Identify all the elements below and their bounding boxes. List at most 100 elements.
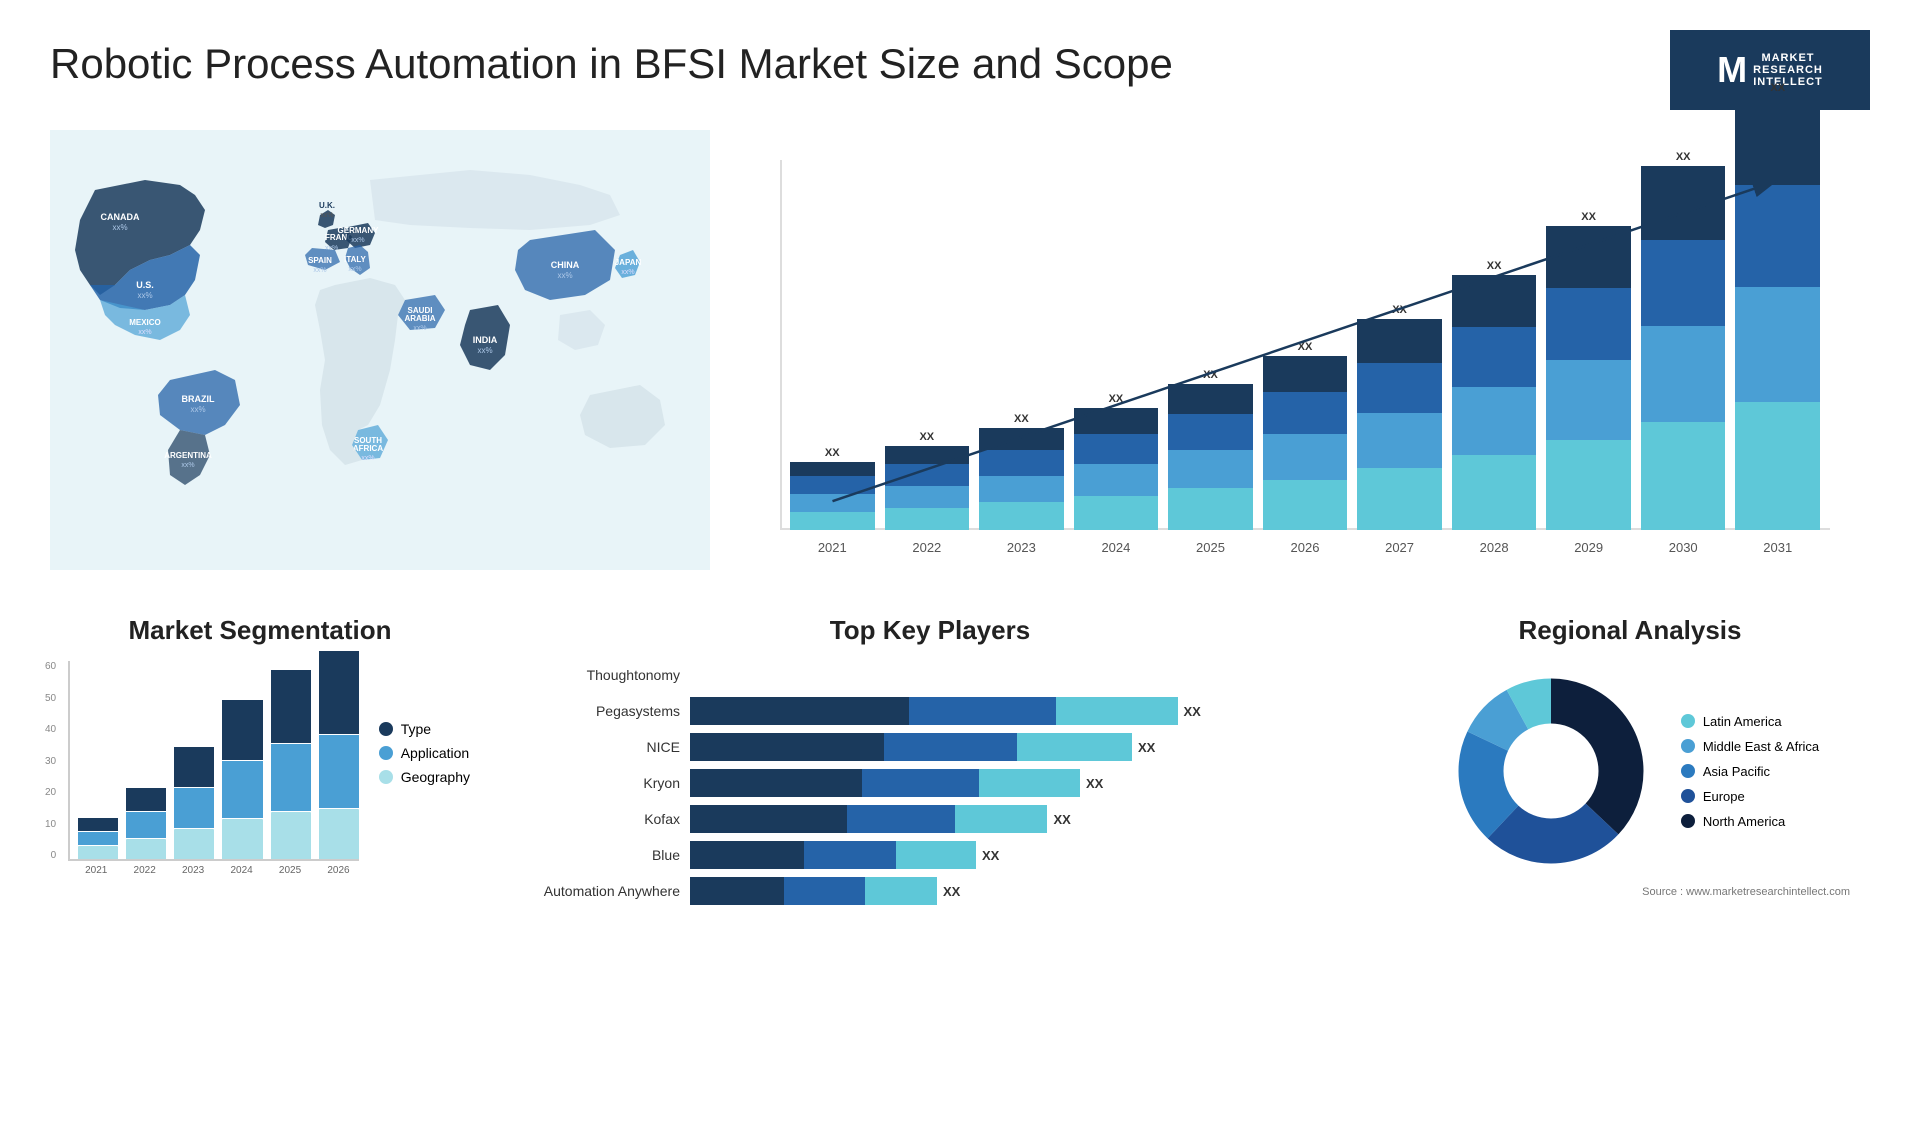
seg-bar-2026 [319, 651, 359, 859]
svg-text:GERMANY: GERMANY [338, 226, 380, 235]
donut-container: Latin America Middle East & Africa Asia … [1400, 661, 1860, 881]
svg-text:MEXICO: MEXICO [129, 318, 161, 327]
svg-text:ARGENTINA: ARGENTINA [164, 451, 212, 460]
seg-x-2022: 2022 [124, 865, 164, 876]
bar-label-2021: XX [825, 447, 840, 459]
legend-geography: Geography [379, 769, 470, 785]
seg-x-2024: 2024 [221, 865, 261, 876]
world-map-section: CANADA xx% U.S. xx% MEXICO xx% BRAZIL xx… [50, 130, 710, 600]
player-xx-pegasystems: XX [1184, 704, 1201, 719]
player-row-automation-anywhere: Automation Anywhere XX [520, 877, 1340, 905]
segmentation-section: Market Segmentation 60 50 40 30 20 10 [50, 615, 470, 913]
legend-dot-europe [1681, 789, 1695, 803]
legend-asia-pacific: Asia Pacific [1681, 764, 1819, 779]
legend-dot-middle-east-africa [1681, 739, 1695, 753]
player-xx-kofax: XX [1054, 812, 1071, 827]
player-row-pegasystems: Pegasystems XX [520, 697, 1340, 725]
regional-legend: Latin America Middle East & Africa Asia … [1681, 714, 1819, 829]
seg-x-2025: 2025 [270, 865, 310, 876]
x-label-2031: 2031 [1735, 540, 1820, 555]
legend-label-north-america: North America [1703, 814, 1785, 829]
legend-dot-application [379, 746, 393, 760]
y-label-50: 50 [45, 693, 56, 704]
x-label-2021: 2021 [790, 540, 875, 555]
player-name-blue: Blue [520, 847, 680, 863]
svg-text:U.K.: U.K. [319, 201, 335, 210]
svg-text:xx%: xx% [348, 266, 361, 273]
player-row-kryon: Kryon XX [520, 769, 1340, 797]
svg-text:xx%: xx% [137, 291, 152, 300]
bar-label-2026: XX [1298, 341, 1313, 353]
bar-label-2028: XX [1487, 260, 1502, 272]
x-label-2028: 2028 [1452, 540, 1537, 555]
players-section: Top Key Players Thoughtonomy Pegasystems [500, 615, 1360, 913]
legend-north-america: North America [1681, 814, 1819, 829]
legend-latin-america: Latin America [1681, 714, 1819, 729]
source-text: Source : www.marketresearchintellect.com [1390, 886, 1850, 898]
player-name-nice: NICE [520, 739, 680, 755]
bar-label-2027: XX [1392, 304, 1407, 316]
svg-text:xx%: xx% [351, 237, 364, 244]
svg-text:xx%: xx% [557, 271, 572, 280]
player-xx-nice: XX [1138, 740, 1155, 755]
growth-chart-section: XX XX [740, 130, 1870, 600]
legend-dot-type [379, 722, 393, 736]
legend-dot-north-america [1681, 814, 1695, 828]
legend-label-type: Type [401, 721, 431, 737]
legend-type: Type [379, 721, 470, 737]
legend-europe: Europe [1681, 789, 1819, 804]
bar-label-2024: XX [1109, 393, 1124, 405]
seg-bar-2022 [126, 788, 166, 859]
legend-label-asia-pacific: Asia Pacific [1703, 764, 1770, 779]
svg-text:xx%: xx% [621, 269, 634, 276]
svg-text:xx%: xx% [320, 212, 333, 219]
player-bar-nice: XX [690, 733, 1340, 761]
svg-text:CANADA: CANADA [101, 212, 140, 222]
player-xx-blue: XX [982, 848, 999, 863]
y-label-10: 10 [45, 819, 56, 830]
svg-text:xx%: xx% [313, 267, 326, 274]
seg-bar-2025 [271, 670, 311, 859]
legend-label-latin-america: Latin America [1703, 714, 1782, 729]
regional-title: Regional Analysis [1400, 615, 1860, 646]
player-bar-automation-anywhere: XX [690, 877, 1340, 905]
player-xx-automation-anywhere: XX [943, 884, 960, 899]
legend-dot-latin-america [1681, 714, 1695, 728]
y-label-60: 60 [45, 661, 56, 672]
y-label-40: 40 [45, 724, 56, 735]
svg-text:JAPAN: JAPAN [615, 258, 642, 267]
bar-label-2030: XX [1676, 151, 1691, 163]
seg-x-2023: 2023 [173, 865, 213, 876]
x-label-2030: 2030 [1641, 540, 1726, 555]
x-label-2026: 2026 [1263, 540, 1348, 555]
x-label-2022: 2022 [885, 540, 970, 555]
x-label-2025: 2025 [1168, 540, 1253, 555]
x-label-2023: 2023 [979, 540, 1064, 555]
svg-text:INDIA: INDIA [473, 335, 498, 345]
legend-label-geography: Geography [401, 769, 470, 785]
player-name-automation-anywhere: Automation Anywhere [520, 883, 680, 899]
player-name-kofax: Kofax [520, 811, 680, 827]
player-name-thoughtonomy: Thoughtonomy [520, 667, 680, 683]
seg-bar-2024 [222, 700, 262, 859]
seg-bar-2023 [174, 747, 214, 859]
segmentation-title: Market Segmentation [50, 615, 470, 646]
svg-text:xx%: xx% [361, 455, 374, 462]
legend-dot-geography [379, 770, 393, 784]
player-bar-kofax: XX [690, 805, 1340, 833]
svg-text:xx%: xx% [181, 462, 194, 469]
world-map-svg: CANADA xx% U.S. xx% MEXICO xx% BRAZIL xx… [50, 130, 710, 570]
seg-bar-2021 [78, 818, 118, 859]
svg-text:U.S.: U.S. [136, 280, 154, 290]
x-label-2029: 2029 [1546, 540, 1631, 555]
y-label-0: 0 [51, 850, 57, 861]
svg-text:CHINA: CHINA [551, 260, 580, 270]
player-row-thoughtonomy: Thoughtonomy [520, 661, 1340, 689]
main-title: Robotic Process Automation in BFSI Marke… [50, 40, 1173, 88]
x-label-2024: 2024 [1074, 540, 1159, 555]
player-xx-kryon: XX [1086, 776, 1103, 791]
svg-text:xx%: xx% [477, 346, 492, 355]
y-label-30: 30 [45, 756, 56, 767]
player-bar-blue: XX [690, 841, 1340, 869]
bar-label-2025: XX [1203, 369, 1218, 381]
